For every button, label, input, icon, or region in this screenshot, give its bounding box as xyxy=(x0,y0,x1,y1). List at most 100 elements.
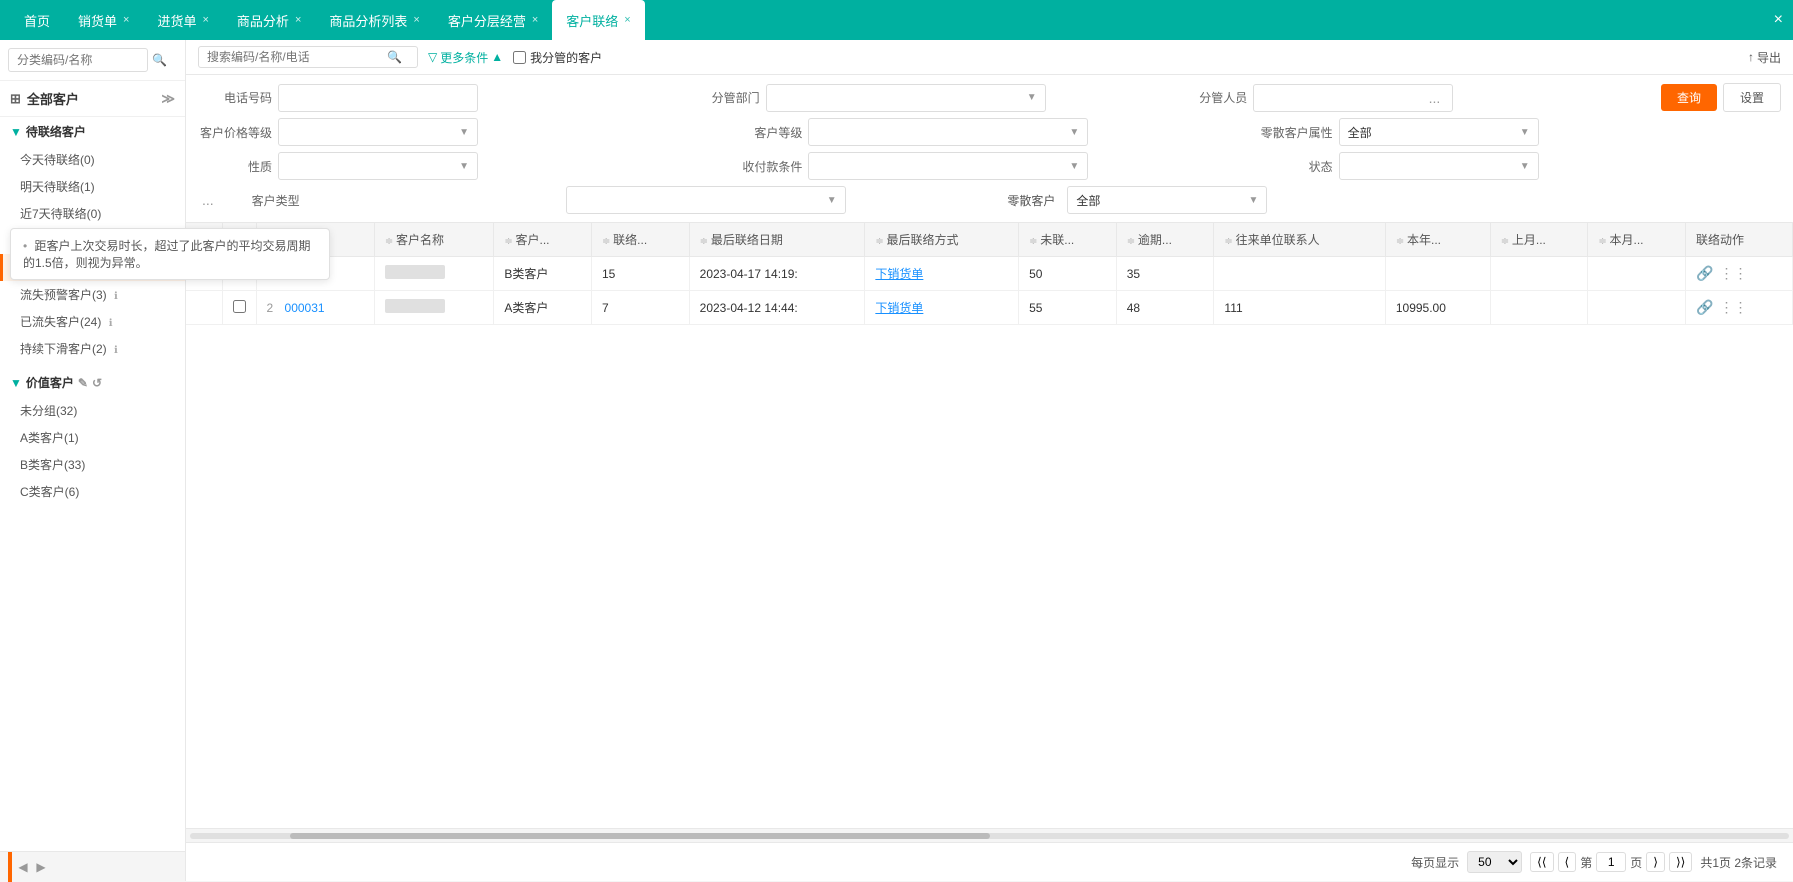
action-link-icon[interactable]: 🔗 xyxy=(1696,299,1713,316)
filter-payment-field: 收付款条件 ▼ xyxy=(728,152,1250,180)
nav-close-sales[interactable]: × xyxy=(123,14,129,26)
table-area: ⚙ 客户编码 客户名称 客户... xyxy=(186,223,1793,828)
filter-bar: 🔍 ▽ 更多条件 ▲ 我分管的客户 ↑ 导出 xyxy=(186,40,1793,75)
nav-close-customer-contact[interactable]: × xyxy=(624,14,630,26)
query-button[interactable]: 查询 xyxy=(1661,84,1717,111)
scroll-thumb[interactable] xyxy=(290,833,990,839)
th-last-month[interactable]: 上月... xyxy=(1490,223,1588,257)
page-prev-button[interactable]: ⟨ xyxy=(1558,852,1577,872)
nav-item-purchase[interactable]: 进货单 × xyxy=(143,0,222,40)
filter-phone-input[interactable] xyxy=(278,84,478,112)
th-unlisted[interactable]: 未联... xyxy=(1019,223,1117,257)
sidebar-nav-right[interactable]: ▶ xyxy=(34,860,48,874)
last-method-link[interactable]: 下销货单 xyxy=(875,267,923,281)
sidebar-item-7days[interactable]: 近7天待联络(0) xyxy=(0,200,185,227)
th-last-method[interactable]: 最后联络方式 xyxy=(865,223,1019,257)
row-index-code: 2 000031 xyxy=(256,291,374,325)
nav-close-purchase[interactable]: × xyxy=(202,14,208,26)
sidebar-item-tomorrow[interactable]: 明天待联络(1) xyxy=(0,173,185,200)
filter-price-level-select[interactable]: ▼ xyxy=(278,118,478,146)
filter-gender-select[interactable]: ▼ xyxy=(278,152,478,180)
scroll-track[interactable] xyxy=(190,833,1789,839)
sidebar-item-declining[interactable]: 持续下滑客户(2) ℹ xyxy=(0,335,185,362)
more-conditions-button[interactable]: ▽ 更多条件 ▲ xyxy=(428,49,503,66)
horizontal-scrollbar[interactable] xyxy=(186,828,1793,842)
row-current-year: 10995.00 xyxy=(1385,291,1490,325)
filter-customer-level-select[interactable]: ▼ xyxy=(808,118,1088,146)
nav-item-sales[interactable]: 销货单 × xyxy=(64,0,143,40)
nav-close-product-analysis[interactable]: × xyxy=(295,14,301,26)
export-button[interactable]: ↑ 导出 xyxy=(1748,49,1781,66)
main-search-input[interactable] xyxy=(207,50,387,64)
th-current-month[interactable]: 本月... xyxy=(1588,223,1686,257)
action-more-icon[interactable]: ⋮⋮ xyxy=(1719,265,1747,282)
customer-code[interactable]: 000031 xyxy=(285,301,325,315)
sidebar-item-unclassified[interactable]: 未分组(32) xyxy=(0,397,185,424)
sidebar-all-customers-header[interactable]: ⊞ 全部客户 ≫ xyxy=(0,81,185,117)
sidebar-item-class-b[interactable]: B类客户(33) xyxy=(0,451,185,478)
row-level: B类客户 xyxy=(494,257,592,291)
filter-dept-select[interactable]: ▼ xyxy=(766,84,1046,112)
page-first-button[interactable]: ⟨⟨ xyxy=(1530,852,1553,872)
page-last-button[interactable]: ⟩⟩ xyxy=(1669,852,1692,872)
nav-close-product-list[interactable]: × xyxy=(413,14,419,26)
filter-retail-attr-label: 零散客户属性 xyxy=(1259,124,1339,141)
my-customers-label: 我分管的客户 xyxy=(530,49,602,66)
page-next-button[interactable]: ⟩ xyxy=(1646,852,1665,872)
row-gear-cell xyxy=(186,291,222,325)
nav-item-product-analysis[interactable]: 商品分析 × xyxy=(223,0,315,40)
edit-icon[interactable]: ✎ xyxy=(78,376,88,390)
page-number-input[interactable] xyxy=(1596,852,1626,872)
th-level[interactable]: 客户... xyxy=(494,223,592,257)
th-overdue[interactable]: 逾期... xyxy=(1116,223,1214,257)
sidebar-item-class-c[interactable]: C类客户(6) xyxy=(0,478,185,505)
filter-retail-attr-select[interactable]: 全部 ▼ xyxy=(1339,118,1539,146)
sidebar-item-churn-warning[interactable]: 流失预警客户(3) ℹ xyxy=(0,281,185,308)
per-page-select[interactable]: 50 20 100 xyxy=(1467,851,1522,873)
last-method-link[interactable]: 下销货单 xyxy=(875,301,923,315)
window-close-button[interactable]: × xyxy=(1774,11,1783,29)
main-search-icon[interactable]: 🔍 xyxy=(387,50,402,64)
filter-row-4: ... 客户类型 ▼ 零散客户 全部 ▼ xyxy=(198,186,1781,214)
sidebar-item-today[interactable]: 今天待联络(0) xyxy=(0,146,185,173)
nav-close-customer-tier[interactable]: × xyxy=(532,14,538,26)
refresh-icon[interactable]: ↺ xyxy=(92,376,102,390)
sidebar-item-class-a[interactable]: A类客户(1) xyxy=(0,424,185,451)
person-dots-button[interactable]: ... xyxy=(1425,90,1445,106)
sidebar-nav-left[interactable]: ◀ xyxy=(16,860,30,874)
filter-payment-select[interactable]: ▼ xyxy=(808,152,1088,180)
filter-person-select[interactable]: ... xyxy=(1253,84,1453,112)
right-content: 🔍 ▽ 更多条件 ▲ 我分管的客户 ↑ 导出 电话号码 xyxy=(186,40,1793,881)
customer-name-blurred xyxy=(385,265,445,279)
sidebar-search-input[interactable] xyxy=(8,48,148,72)
th-contact-person[interactable]: 往来单位联系人 xyxy=(1214,223,1385,257)
table-header-row: ⚙ 客户编码 客户名称 客户... xyxy=(186,223,1793,257)
nav-item-product-list[interactable]: 商品分析列表 × xyxy=(315,0,433,40)
nav-item-customer-contact[interactable]: 客户联络 × xyxy=(552,0,644,40)
status-chevron-icon: ▼ xyxy=(1520,161,1530,172)
sidebar-collapse-button[interactable]: ≫ xyxy=(161,91,175,107)
dept-chevron-icon: ▼ xyxy=(1027,92,1037,103)
row-contact-person xyxy=(1214,257,1385,291)
th-name[interactable]: 客户名称 xyxy=(374,223,494,257)
sidebar-pending-title[interactable]: ▼ 待联络客户 xyxy=(0,117,185,146)
filter-status-select[interactable]: ▼ xyxy=(1339,152,1539,180)
nav-item-customer-tier[interactable]: 客户分层经营 × xyxy=(434,0,552,40)
more-filter-dots[interactable]: ... xyxy=(198,192,218,208)
filter-retail-customer-select[interactable]: 全部 ▼ xyxy=(1067,186,1267,214)
row-checkbox-cell xyxy=(222,291,256,325)
settings-button[interactable]: 设置 xyxy=(1723,83,1781,112)
nav-item-home[interactable]: 首页 xyxy=(10,0,64,40)
sidebar-search-icon[interactable]: 🔍 xyxy=(152,53,167,67)
row-checkbox[interactable] xyxy=(233,300,246,313)
filter-customer-type-select[interactable]: ▼ xyxy=(566,186,846,214)
th-contact-count[interactable]: 联络... xyxy=(591,223,689,257)
my-customers-checkbox[interactable] xyxy=(513,51,526,64)
sidebar-value-title[interactable]: ▼ 价值客户 ✎ ↺ xyxy=(0,368,185,397)
th-current-year[interactable]: 本年... xyxy=(1385,223,1490,257)
action-link-icon[interactable]: 🔗 xyxy=(1696,265,1713,282)
th-last-date[interactable]: 最后联络日期 xyxy=(689,223,865,257)
sidebar-item-churned[interactable]: 已流失客户(24) ℹ xyxy=(0,308,185,335)
row-contact-person: 111 xyxy=(1214,291,1385,325)
action-more-icon[interactable]: ⋮⋮ xyxy=(1719,299,1747,316)
